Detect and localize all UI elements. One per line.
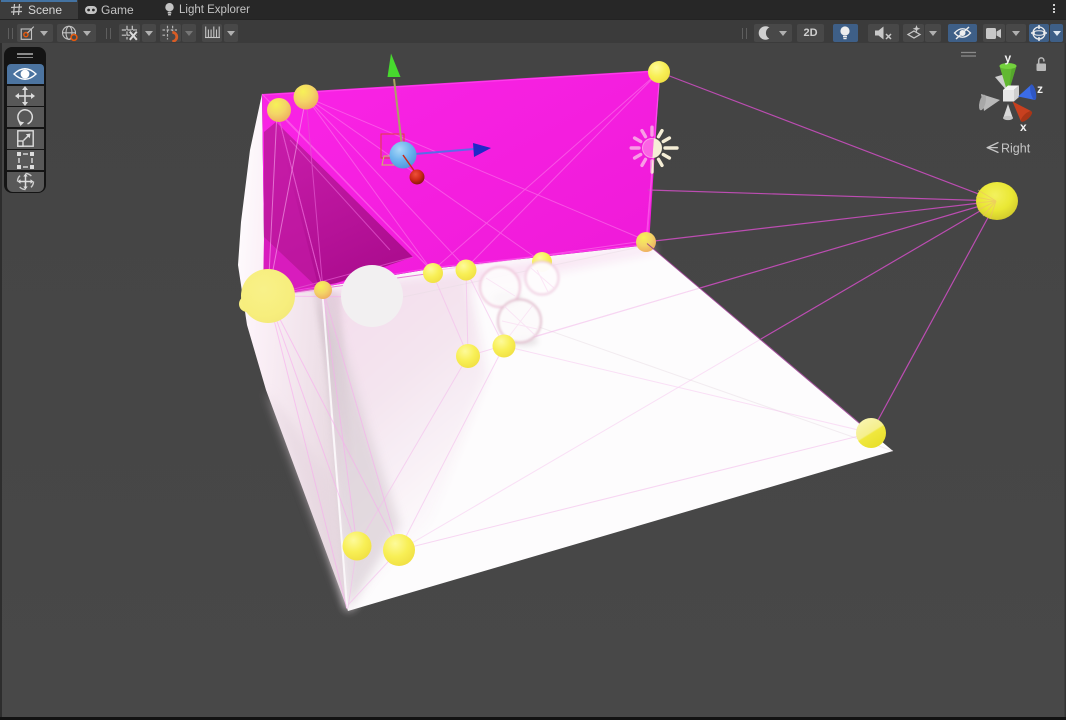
svg-text:y: y — [1005, 51, 1012, 65]
svg-text:x: x — [1020, 120, 1027, 134]
svg-text:Right: Right — [1001, 142, 1031, 156]
svg-text:z: z — [1037, 82, 1043, 96]
